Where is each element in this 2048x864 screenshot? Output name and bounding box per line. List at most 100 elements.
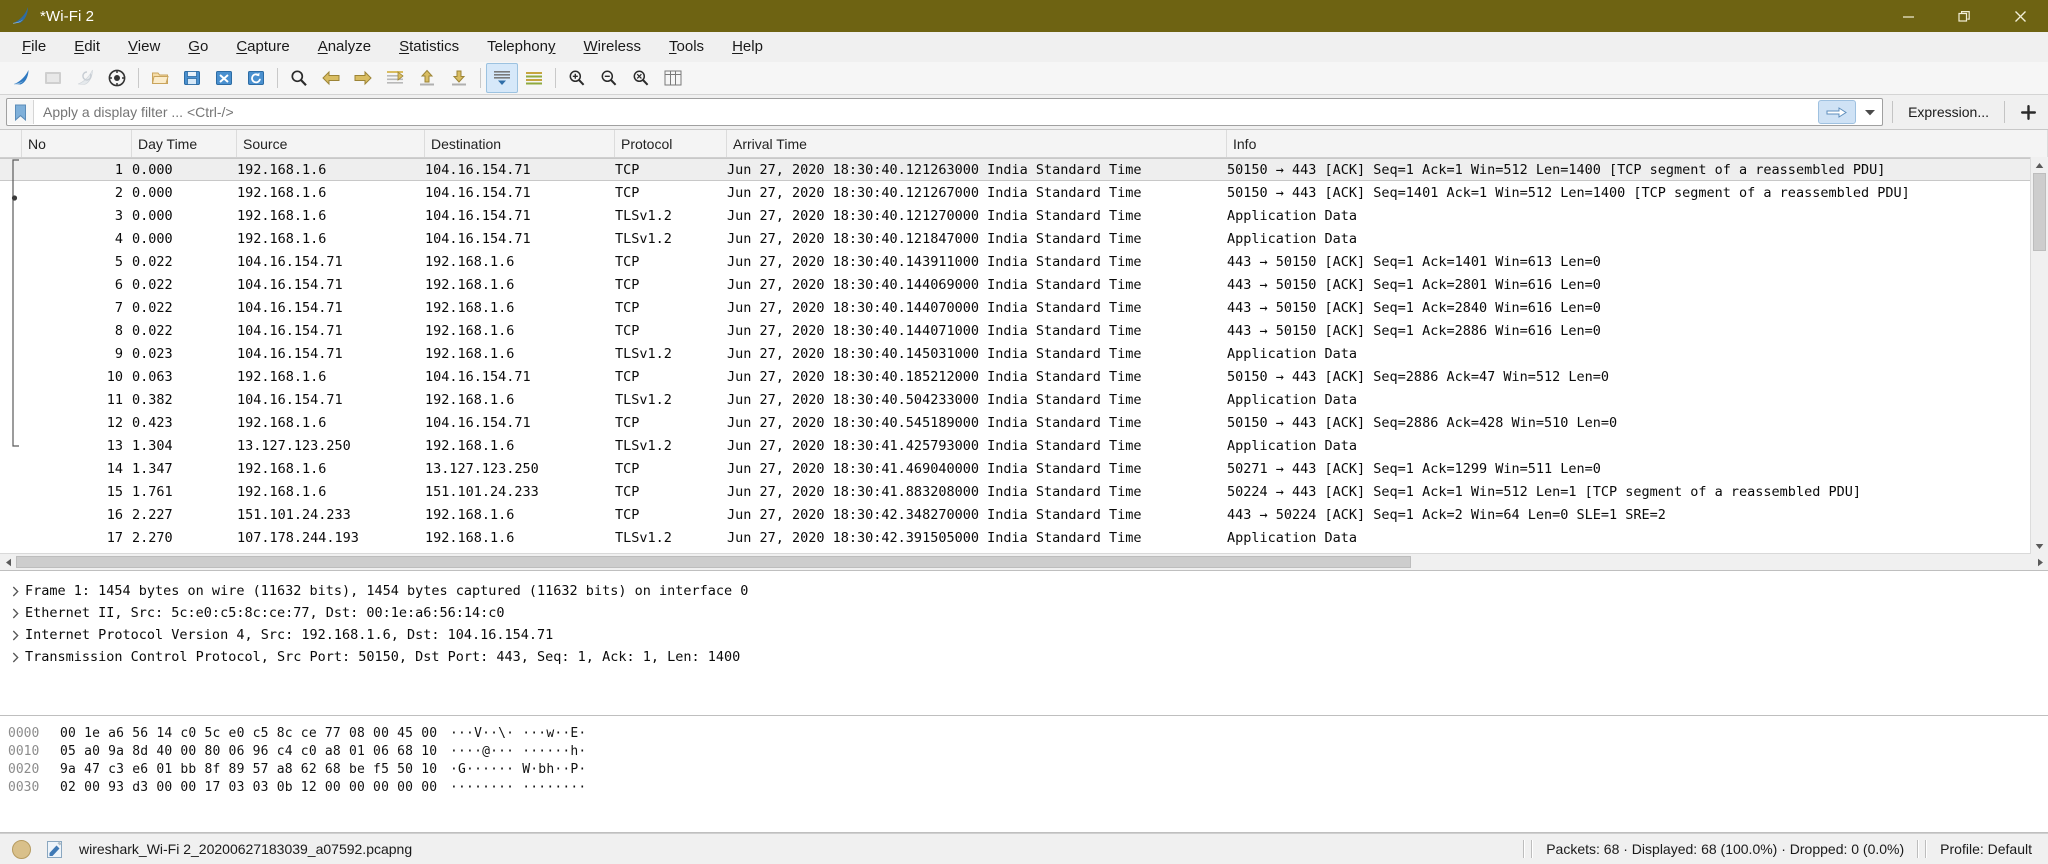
go-to-first-icon[interactable]	[411, 63, 443, 93]
table-row[interactable]: 6 0.022 104.16.154.71 192.168.1.6 TCP Jun 27,…	[0, 273, 2048, 296]
zoom-reset-icon[interactable]	[625, 63, 657, 93]
column-header-arrival[interactable]: Arrival Time	[727, 130, 1227, 157]
zoom-in-icon[interactable]	[561, 63, 593, 93]
table-row[interactable]: 3 0.000 192.168.1.6 104.16.154.71 TLSv1.2 Jun…	[0, 204, 2048, 227]
add-filter-button[interactable]	[2014, 99, 2042, 125]
packet-info: Application Data	[1227, 391, 1358, 408]
detail-row[interactable]: Internet Protocol Version 4, Src: 192.16…	[0, 624, 2048, 646]
collapsed-arrow-icon[interactable]	[6, 586, 25, 597]
auto-scroll-icon[interactable]	[486, 63, 518, 93]
packet-info: 443 → 50150 [ACK] Seq=1 Ack=2886 Win=616…	[1227, 322, 1601, 339]
packet-details-pane[interactable]: Frame 1: 1454 bytes on wire (11632 bits)…	[0, 571, 2048, 716]
menu-file[interactable]: File	[8, 34, 60, 59]
packet-list-horizontal-scrollbar[interactable]	[0, 553, 2048, 570]
minimize-icon[interactable]	[1880, 0, 1936, 32]
column-header-destination[interactable]: Destination	[425, 130, 615, 157]
start-capture-icon[interactable]	[5, 63, 37, 93]
menu-statistics[interactable]: Statistics	[385, 34, 473, 59]
resize-columns-icon[interactable]	[657, 63, 689, 93]
go-to-packet-icon[interactable]	[379, 63, 411, 93]
save-file-icon[interactable]	[176, 63, 208, 93]
hexdump-row[interactable]: 0020 9a 47 c3 e6 01 bb 8f 89 57 a8 62 68 …	[0, 760, 2048, 778]
table-row[interactable]: 4 0.000 192.168.1.6 104.16.154.71 TLSv1.2 Jun…	[0, 227, 2048, 250]
scroll-right-icon[interactable]	[2032, 555, 2048, 570]
hexdump-ascii: ·G······ W·bh··P·	[450, 761, 587, 777]
collapsed-arrow-icon[interactable]	[6, 652, 25, 663]
close-file-icon[interactable]	[208, 63, 240, 93]
apply-filter-button[interactable]	[1818, 100, 1857, 124]
go-back-icon[interactable]	[315, 63, 347, 93]
vertical-scroll-track[interactable]	[2032, 173, 2048, 538]
expert-info-icon[interactable]	[12, 839, 31, 859]
go-forward-icon[interactable]	[347, 63, 379, 93]
table-row[interactable]: 8 0.022 104.16.154.71 192.168.1.6 TCP Jun 27,…	[0, 319, 2048, 342]
table-row[interactable]: 13 1.304 13.127.123.250 192.168.1.6 TLSv1.2 J…	[0, 434, 2048, 457]
hexdump-row[interactable]: 0000 00 1e a6 56 14 c0 5c e0 c5 8c ce 77 …	[0, 724, 2048, 742]
table-row[interactable]: 2 0.000 192.168.1.6 104.16.154.71 TCP Jun 27,…	[0, 181, 2048, 204]
column-header-info[interactable]: Info	[1227, 130, 2048, 157]
packet-bytes-pane[interactable]: 0000 00 1e a6 56 14 c0 5c e0 c5 8c ce 77 …	[0, 716, 2048, 833]
column-header-protocol[interactable]: Protocol	[615, 130, 727, 157]
menu-help[interactable]: Help	[718, 34, 777, 59]
menu-edit[interactable]: Edit	[60, 34, 114, 59]
table-row[interactable]: 5 0.022 104.16.154.71 192.168.1.6 TCP Jun 27,…	[0, 250, 2048, 273]
menu-wireless[interactable]: Wireless	[570, 34, 656, 59]
table-row[interactable]: 7 0.022 104.16.154.71 192.168.1.6 TCP Jun 27,…	[0, 296, 2048, 319]
bookmark-icon[interactable]	[7, 100, 34, 124]
packet-time: 2.270	[132, 553, 237, 554]
table-row[interactable]: 16 2.227 151.101.24.233 192.168.1.6 TCP Jun 2…	[0, 503, 2048, 526]
scroll-up-icon[interactable]	[2032, 157, 2048, 173]
restore-icon[interactable]	[1936, 0, 1992, 32]
table-row[interactable]: 1 0.000 192.168.1.6 104.16.154.71 TCP Jun 27,…	[0, 158, 2048, 181]
collapsed-arrow-icon[interactable]	[6, 630, 25, 641]
scroll-left-icon[interactable]	[0, 555, 16, 570]
close-icon[interactable]	[1992, 0, 2048, 32]
menu-capture[interactable]: Capture	[222, 34, 303, 59]
chevron-down-icon[interactable]	[1858, 100, 1882, 124]
table-row[interactable]: 10 0.063 192.168.1.6 104.16.154.71 TCP Jun 27…	[0, 365, 2048, 388]
menu-analyze[interactable]: Analyze	[304, 34, 385, 59]
capture-options-icon[interactable]	[101, 63, 133, 93]
table-row[interactable]: 9 0.023 104.16.154.71 192.168.1.6 TLSv1.2 Jun…	[0, 342, 2048, 365]
hexdump-row[interactable]: 0010 05 a0 9a 8d 40 00 80 06 96 c4 c0 a8 …	[0, 742, 2048, 760]
stop-capture-icon[interactable]	[37, 63, 69, 93]
menu-go[interactable]: Go	[174, 34, 222, 59]
table-row[interactable]: 11 0.382 104.16.154.71 192.168.1.6 TLSv1.2 Ju…	[0, 388, 2048, 411]
column-header-no[interactable]: No	[22, 130, 132, 157]
table-row[interactable]: 182.270107.178.244.193192.168.1.6TCPJun …	[0, 549, 2048, 554]
menu-telephony[interactable]: Telephony	[473, 34, 569, 59]
horizontal-scroll-track[interactable]	[16, 555, 2032, 569]
hexdump-row[interactable]: 0030 02 00 93 d3 00 00 17 03 03 0b 12 00 …	[0, 778, 2048, 796]
filter-field[interactable]	[6, 98, 1884, 126]
table-row[interactable]: 15 1.761 192.168.1.6 151.101.24.233 TCP Jun 2…	[0, 480, 2048, 503]
table-row[interactable]: 17 2.270 107.178.244.193 192.168.1.6 TLSv1.2…	[0, 526, 2048, 549]
horizontal-scroll-thumb[interactable]	[16, 556, 1411, 568]
table-row[interactable]: 14 1.347 192.168.1.6 13.127.123.250 TCP Jun 2…	[0, 457, 2048, 480]
profile-indicator[interactable]: Profile: Default	[1930, 841, 2042, 857]
column-header-source[interactable]: Source	[237, 130, 425, 157]
capture-comment-icon[interactable]	[45, 839, 65, 859]
table-row[interactable]: 12 0.423 192.168.1.6 104.16.154.71 TCP Jun 27…	[0, 411, 2048, 434]
display-filter-input[interactable]	[34, 99, 1819, 125]
packet-list-body[interactable]: 1 0.000 192.168.1.6 104.16.154.71 TCP Jun 27,…	[0, 158, 2048, 553]
packet-protocol: TCP	[615, 253, 640, 270]
menu-view[interactable]: View	[114, 34, 174, 59]
expression-button[interactable]: Expression...	[1902, 101, 1995, 123]
packet-protocol: TLSv1.2	[615, 391, 672, 408]
packet-list-vertical-scrollbar[interactable]	[2030, 157, 2048, 554]
colorize-icon[interactable]	[518, 63, 550, 93]
vertical-scroll-thumb[interactable]	[2032, 173, 2046, 251]
open-file-icon[interactable]	[144, 63, 176, 93]
restart-capture-icon[interactable]	[69, 63, 101, 93]
reload-file-icon[interactable]	[240, 63, 272, 93]
detail-row[interactable]: Frame 1: 1454 bytes on wire (11632 bits)…	[0, 580, 2048, 602]
find-packet-icon[interactable]	[283, 63, 315, 93]
menu-tools[interactable]: Tools	[655, 34, 718, 59]
column-header-time[interactable]: Day Time	[132, 130, 237, 157]
detail-row[interactable]: Transmission Control Protocol, Src Port:…	[0, 646, 2048, 668]
detail-row[interactable]: Ethernet II, Src: 5c:e0:c5:8c:ce:77, Dst…	[0, 602, 2048, 624]
go-to-last-icon[interactable]	[443, 63, 475, 93]
collapsed-arrow-icon[interactable]	[6, 608, 25, 619]
zoom-out-icon[interactable]	[593, 63, 625, 93]
scroll-down-icon[interactable]	[2032, 538, 2048, 554]
